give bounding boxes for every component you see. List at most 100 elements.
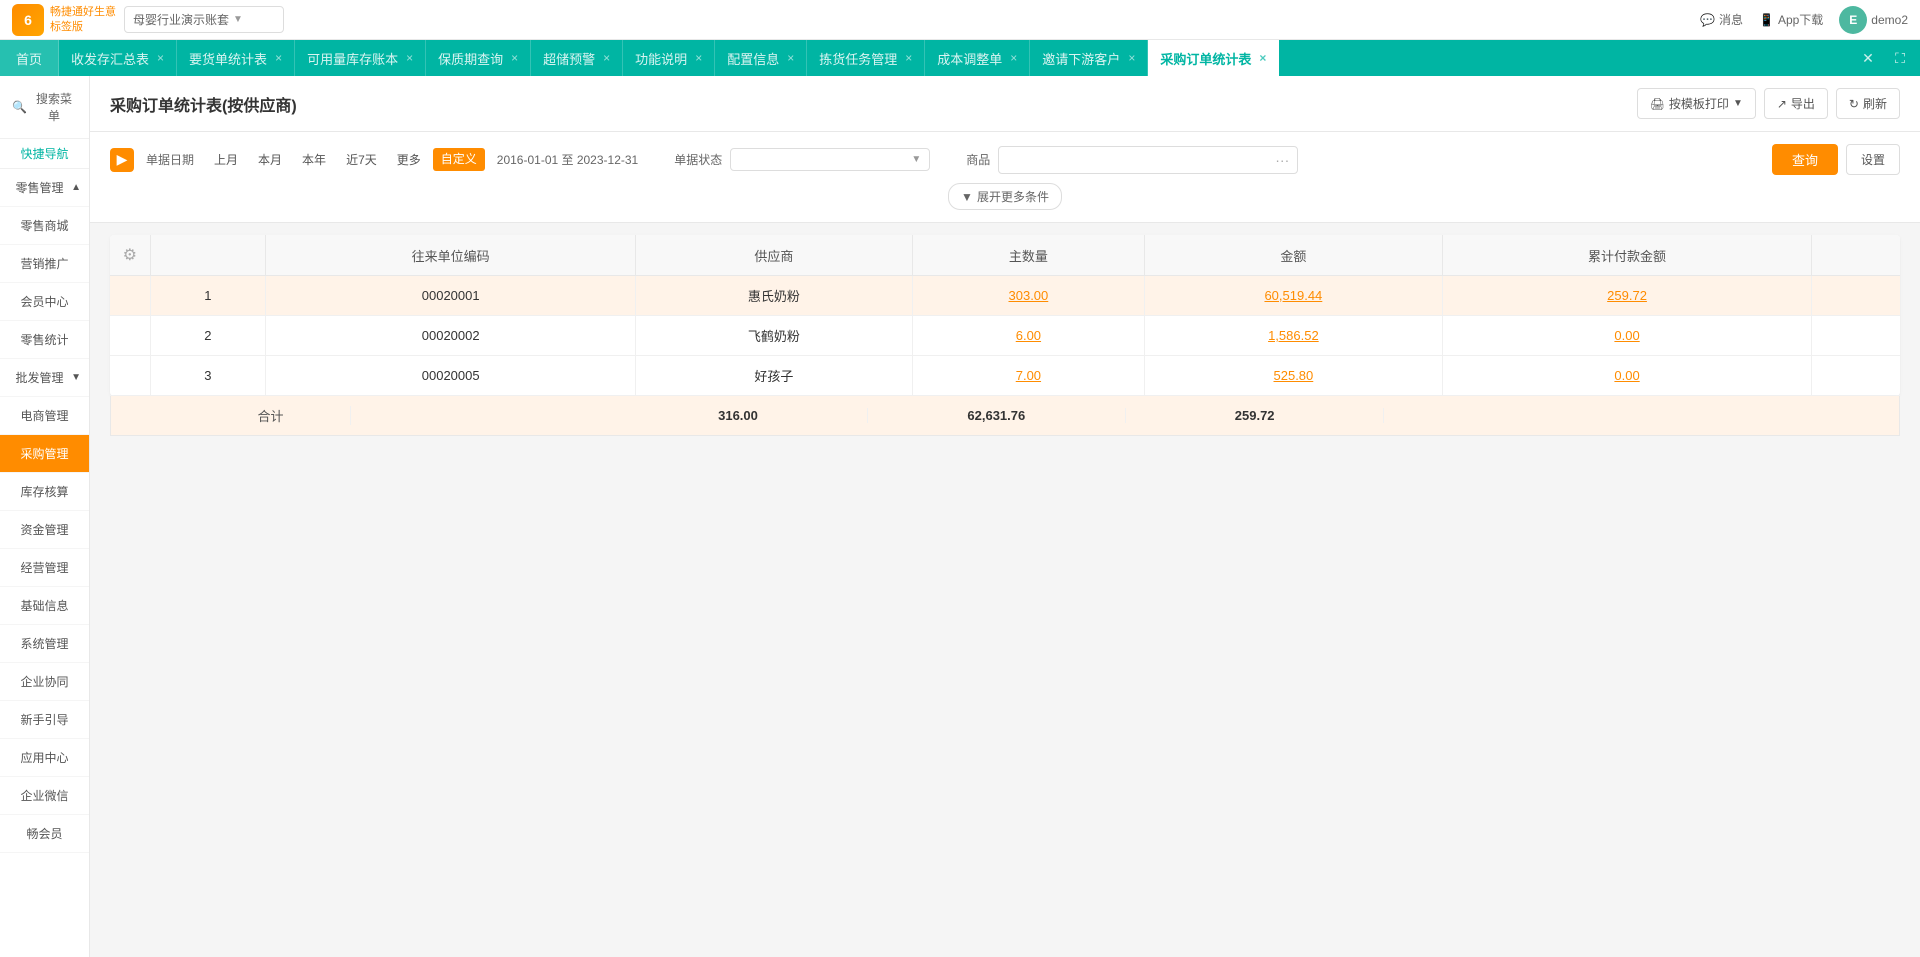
- sidebar-item-wholesale[interactable]: 批发管理 ▼: [0, 359, 89, 397]
- nav-right-actions: ✕ ⛶: [1856, 46, 1920, 70]
- tab-caigouTongji[interactable]: 采购订单统计表 ×: [1148, 40, 1279, 76]
- row-quantity[interactable]: 303.00: [912, 276, 1145, 316]
- sidebar-item-ecommerce[interactable]: 电商管理: [0, 397, 89, 435]
- close-icon[interactable]: ×: [603, 51, 610, 65]
- quick-nav-button[interactable]: 快捷导航: [0, 139, 89, 169]
- row-code: 00020001: [266, 276, 636, 316]
- row-settings-cell: [110, 356, 150, 396]
- col-amount: 金额: [1145, 235, 1442, 276]
- date-range-display: 2016-01-01 至 2023-12-31: [497, 151, 638, 168]
- sidebar-item-finance[interactable]: 资金管理: [0, 511, 89, 549]
- row-amount[interactable]: 525.80: [1145, 356, 1442, 396]
- sidebar-item-newguide[interactable]: 新手引导: [0, 701, 89, 739]
- row-amount[interactable]: 60,519.44: [1145, 276, 1442, 316]
- tab-chaoChuyuJing[interactable]: 超储预警 ×: [531, 40, 623, 76]
- maximize-button[interactable]: ⛶: [1888, 46, 1912, 70]
- close-icon[interactable]: ×: [695, 51, 702, 65]
- shortcut-this-year[interactable]: 本年: [294, 148, 334, 171]
- sidebar-item-marketing[interactable]: 营销推广: [0, 245, 89, 283]
- sidebar-item-retail-mall[interactable]: 零售商城: [0, 207, 89, 245]
- status-select[interactable]: ▼: [730, 148, 930, 171]
- row-amount[interactable]: 1,586.52: [1145, 316, 1442, 356]
- top-bar-right: 💬 消息 📱 App下载 E demo2: [1700, 6, 1908, 34]
- custom-date-badge[interactable]: 自定义: [433, 148, 485, 171]
- close-icon[interactable]: ×: [406, 51, 413, 65]
- row-index: 2: [150, 316, 266, 356]
- expand-more-button[interactable]: ▼ 展开更多条件: [948, 183, 1062, 210]
- row-paid[interactable]: 0.00: [1442, 316, 1812, 356]
- print-button[interactable]: 🖨 按模板打印 ▼: [1637, 88, 1756, 119]
- shortcut-7days[interactable]: 近7天: [338, 148, 385, 171]
- settings-button[interactable]: 设置: [1846, 144, 1900, 175]
- sidebar-item-enterprise[interactable]: 企业协同: [0, 663, 89, 701]
- sidebar-item-wechat[interactable]: 企业微信: [0, 777, 89, 815]
- top-bar-left: 6 畅捷通好生意 标签版 母婴行业演示账套 ▼: [12, 4, 284, 36]
- close-icon[interactable]: ×: [1259, 51, 1266, 65]
- tab-chengBen[interactable]: 成本调整单 ×: [925, 40, 1030, 76]
- filter-toggle-button[interactable]: ▶: [110, 148, 134, 172]
- shortcut-this-month[interactable]: 本月: [250, 148, 290, 171]
- tab-home[interactable]: 首页: [0, 40, 59, 76]
- tab-keYongLiangKuCun[interactable]: 可用量库存账本 ×: [295, 40, 426, 76]
- shortcut-more[interactable]: 更多: [389, 148, 429, 171]
- close-window-button[interactable]: ✕: [1856, 46, 1880, 70]
- refresh-button[interactable]: ↻ 刷新: [1836, 88, 1900, 119]
- table-footer: 合计 316.00 62,631.76 259.72: [110, 396, 1900, 436]
- more-options-icon[interactable]: ···: [1275, 152, 1289, 168]
- filter-expand-row: ▼ 展开更多条件: [110, 183, 1900, 210]
- close-icon[interactable]: ×: [157, 51, 164, 65]
- row-settings-cell: [110, 316, 150, 356]
- main-layout: 🔍 搜索菜单 快捷导航 零售管理 ▲ 零售商城 营销推广 会员中心 零售统计 批…: [0, 76, 1920, 957]
- row-extra: [1812, 276, 1900, 316]
- sidebar-item-members[interactable]: 会员中心: [0, 283, 89, 321]
- sidebar-item-purchase[interactable]: 采购管理: [0, 435, 89, 473]
- table-row[interactable]: 2 00020002 飞鹤奶粉 6.00 1,586.52 0.00: [110, 316, 1900, 356]
- message-button[interactable]: 💬 消息: [1700, 11, 1743, 28]
- search-menu-button[interactable]: 🔍 搜索菜单: [6, 84, 83, 130]
- expand-icon: ▲: [71, 182, 81, 193]
- tab-yaohuoDanTongji[interactable]: 要货单统计表 ×: [177, 40, 295, 76]
- table-row[interactable]: 3 00020005 好孩子 7.00 525.80 0.00: [110, 356, 1900, 396]
- tab-yaoQingXiaYouKe[interactable]: 邀请下游客户 ×: [1030, 40, 1148, 76]
- content-area: 采购订单统计表(按供应商) 🖨 按模板打印 ▼ ↗ 导出 ↻ 刷新: [90, 76, 1920, 957]
- close-icon[interactable]: ×: [1128, 51, 1135, 65]
- sidebar-item-operations[interactable]: 经营管理: [0, 549, 89, 587]
- chevron-down-icon: ▼: [911, 154, 921, 165]
- close-icon[interactable]: ×: [787, 51, 794, 65]
- row-supplier: 惠氏奶粉: [636, 276, 913, 316]
- sidebar-item-inventory[interactable]: 库存核算: [0, 473, 89, 511]
- tab-taiHuoRenwu[interactable]: 拣货任务管理 ×: [807, 40, 925, 76]
- close-icon[interactable]: ×: [511, 51, 518, 65]
- goods-select[interactable]: ···: [998, 146, 1298, 174]
- row-quantity[interactable]: 7.00: [912, 356, 1145, 396]
- sidebar-item-retail[interactable]: 零售管理 ▲: [0, 169, 89, 207]
- row-quantity[interactable]: 6.00: [912, 316, 1145, 356]
- tab-peizhi[interactable]: 配置信息 ×: [715, 40, 807, 76]
- footer-paid: 259.72: [1126, 408, 1384, 423]
- close-icon[interactable]: ×: [275, 51, 282, 65]
- sidebar-item-appcenter[interactable]: 应用中心: [0, 739, 89, 777]
- sidebar-item-vip[interactable]: 畅会员: [0, 815, 89, 853]
- sidebar-item-system[interactable]: 系统管理: [0, 625, 89, 663]
- app-download-button[interactable]: 📱 App下载: [1759, 11, 1823, 28]
- tab-gongNengShuoMing[interactable]: 功能说明 ×: [623, 40, 715, 76]
- sidebar-item-basic[interactable]: 基础信息: [0, 587, 89, 625]
- export-button[interactable]: ↗ 导出: [1764, 88, 1828, 119]
- row-extra: [1812, 316, 1900, 356]
- row-paid[interactable]: 0.00: [1442, 356, 1812, 396]
- user-profile[interactable]: E demo2: [1839, 6, 1908, 34]
- tab-baoZhiQiChaxun[interactable]: 保质期查询 ×: [426, 40, 531, 76]
- table-row[interactable]: 1 00020001 惠氏奶粉 303.00 60,519.44 259.72: [110, 276, 1900, 316]
- column-settings-icon[interactable]: ⚙: [123, 247, 137, 264]
- sidebar-item-retail-stats[interactable]: 零售统计: [0, 321, 89, 359]
- page-actions: 🖨 按模板打印 ▼ ↗ 导出 ↻ 刷新: [1637, 88, 1900, 119]
- close-icon[interactable]: ×: [905, 51, 912, 65]
- tab-shoufafaHuiZong[interactable]: 收发存汇总表 ×: [59, 40, 177, 76]
- shortcut-last-month[interactable]: 上月: [206, 148, 246, 171]
- row-paid[interactable]: 259.72: [1442, 276, 1812, 316]
- workspace-dropdown[interactable]: 母婴行业演示账套 ▼: [124, 6, 284, 33]
- close-icon[interactable]: ×: [1010, 51, 1017, 65]
- footer-quantity: 316.00: [609, 408, 867, 423]
- query-button[interactable]: 查询: [1772, 144, 1838, 175]
- row-supplier: 飞鹤奶粉: [636, 316, 913, 356]
